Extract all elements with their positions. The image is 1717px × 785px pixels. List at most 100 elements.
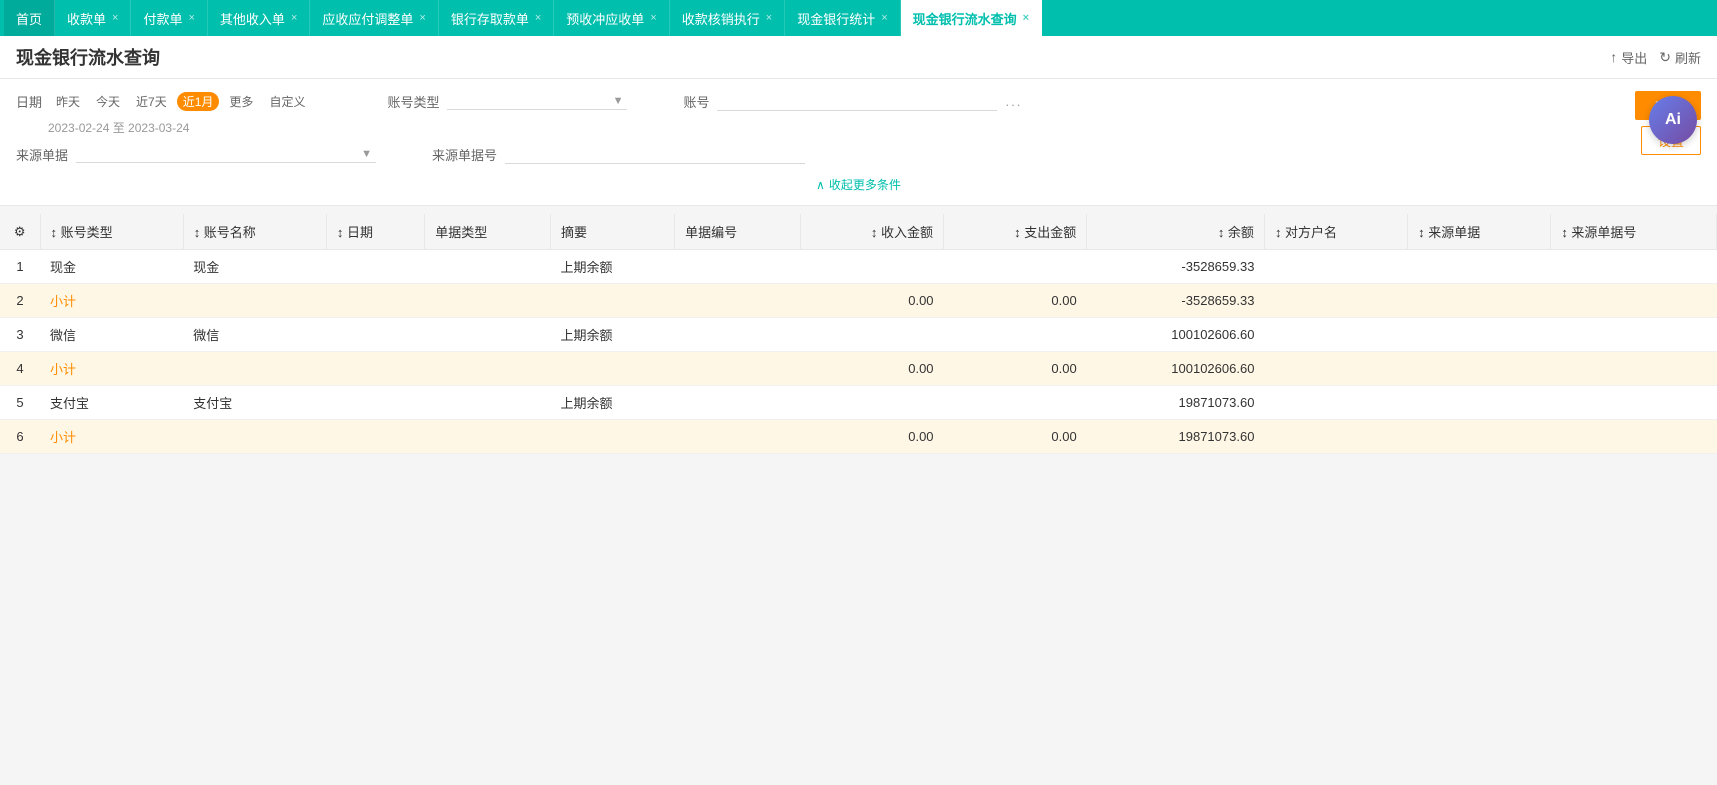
- account-type-select[interactable]: ▼: [447, 93, 627, 110]
- col-header-acct-name[interactable]: ↕ 账号名称: [183, 214, 326, 250]
- source-doc-arrow-icon: ▼: [361, 148, 372, 160]
- col-label-counterparty: ↕ 对方户名: [1275, 225, 1337, 240]
- nav-tab-prepay[interactable]: 预收冲应收单 ×: [554, 0, 669, 36]
- date-range-text: 2023-02-24 至 2023-03-24: [48, 121, 189, 135]
- cell-date: [326, 318, 424, 352]
- nav-tab-bank-deposit[interactable]: 银行存取款单 ×: [439, 0, 554, 36]
- nav-tab-collection-exec[interactable]: 收款核销执行 ×: [670, 0, 785, 36]
- col-settings-icon[interactable]: ⚙: [0, 214, 40, 250]
- cell-doc-type: [425, 352, 551, 386]
- col-label-income: ↕ 收入金额: [871, 225, 933, 240]
- col-header-balance[interactable]: ↕ 余额: [1087, 214, 1265, 250]
- col-header-date[interactable]: ↕ 日期: [326, 214, 424, 250]
- cell-expense: 0.00: [944, 284, 1087, 318]
- nav-tab-bank-flow[interactable]: 现金银行流水查询 ×: [901, 0, 1042, 36]
- cell-num: 1: [0, 250, 40, 284]
- close-payment-icon[interactable]: ×: [188, 12, 194, 24]
- close-prepay-icon[interactable]: ×: [650, 12, 656, 24]
- col-header-doc-no: 单据编号: [675, 214, 801, 250]
- page-title: 现金银行流水查询: [16, 44, 160, 70]
- date-btn-7days[interactable]: 近7天: [130, 92, 173, 111]
- table-row: 2小计0.000.00-3528659.33: [0, 284, 1717, 318]
- col-label-acct-type: ↕ 账号类型: [51, 225, 113, 240]
- cell-summary: 上期余额: [551, 250, 675, 284]
- cell-income: [800, 318, 943, 352]
- cell-balance: 19871073.60: [1087, 386, 1265, 420]
- nav-tab-receipt[interactable]: 收款单 ×: [55, 0, 131, 36]
- cell-counterparty: [1264, 284, 1407, 318]
- cell-acct-type: 小计: [40, 352, 183, 386]
- filter-account: 账号 ...: [683, 91, 1022, 111]
- header-actions: ↑ 导出 ↻ 刷新: [1610, 48, 1701, 67]
- export-button[interactable]: ↑ 导出: [1610, 48, 1647, 67]
- nav-tab-ar-ap[interactable]: 应收应付调整单 ×: [310, 0, 438, 36]
- close-bank-stats-icon[interactable]: ×: [881, 12, 887, 24]
- nav-ar-ap-label: 应收应付调整单: [322, 9, 413, 28]
- nav-receipt-label: 收款单: [67, 9, 106, 28]
- ai-badge[interactable]: Ai: [1649, 96, 1697, 144]
- nav-tab-other-income[interactable]: 其他收入单 ×: [208, 0, 310, 36]
- close-collection-exec-icon[interactable]: ×: [766, 12, 772, 24]
- filter-row-2: 来源单据 ▼ 来源单据号: [16, 144, 1619, 164]
- nav-tab-bank-stats[interactable]: 现金银行统计 ×: [785, 0, 900, 36]
- collapse-bar[interactable]: ∧ 收起更多条件: [16, 176, 1701, 193]
- nav-tab-payment[interactable]: 付款单 ×: [131, 0, 207, 36]
- source-doc-select[interactable]: ▼: [76, 146, 376, 163]
- col-header-acct-type[interactable]: ↕ 账号类型: [40, 214, 183, 250]
- cell-acct-name: 支付宝: [183, 386, 326, 420]
- source-doc-no-input[interactable]: [505, 144, 805, 164]
- col-header-expense[interactable]: ↕ 支出金额: [944, 214, 1087, 250]
- date-btn-more[interactable]: 更多: [223, 92, 259, 111]
- refresh-button[interactable]: ↻ 刷新: [1659, 48, 1701, 67]
- col-header-counterparty[interactable]: ↕ 对方户名: [1264, 214, 1407, 250]
- cell-summary: [551, 420, 675, 454]
- close-other-income-icon[interactable]: ×: [291, 12, 297, 24]
- close-ar-ap-icon[interactable]: ×: [419, 12, 425, 24]
- close-receipt-icon[interactable]: ×: [112, 12, 118, 24]
- nav-collection-exec-label: 收款核销执行: [682, 9, 760, 28]
- table-row: 1现金现金上期余额-3528659.33: [0, 250, 1717, 284]
- nav-home-label: 首页: [16, 9, 42, 28]
- data-table: ⚙ ↕ 账号类型 ↕ 账号名称 ↕ 日期 单据类型 摘要 单据编号: [0, 214, 1717, 454]
- cell-counterparty: [1264, 420, 1407, 454]
- date-btn-1month[interactable]: 近1月: [177, 92, 220, 111]
- cell-source-doc: [1408, 250, 1551, 284]
- cell-expense: [944, 386, 1087, 420]
- date-btn-custom[interactable]: 自定义: [263, 92, 311, 111]
- cell-balance: -3528659.33: [1087, 250, 1265, 284]
- account-more-button[interactable]: ...: [1005, 94, 1022, 109]
- cell-acct-type: 现金: [40, 250, 183, 284]
- date-btn-today[interactable]: 今天: [90, 92, 126, 111]
- col-header-source-no[interactable]: ↕ 来源单据号: [1551, 214, 1717, 250]
- col-header-source-doc[interactable]: ↕ 来源单据: [1408, 214, 1551, 250]
- col-header-income[interactable]: ↕ 收入金额: [800, 214, 943, 250]
- account-input[interactable]: [717, 91, 997, 111]
- cell-balance: -3528659.33: [1087, 284, 1265, 318]
- cell-doc-type: [425, 420, 551, 454]
- cell-date: [326, 250, 424, 284]
- cell-num: 5: [0, 386, 40, 420]
- nav-tab-home[interactable]: 首页: [4, 0, 55, 36]
- cell-num: 3: [0, 318, 40, 352]
- date-btn-yesterday[interactable]: 昨天: [50, 92, 86, 111]
- cell-acct-type: 小计: [40, 420, 183, 454]
- filter-account-type: 账号类型 ▼: [387, 92, 627, 111]
- close-bank-flow-icon[interactable]: ×: [1023, 12, 1029, 24]
- table-row: 6小计0.000.0019871073.60: [0, 420, 1717, 454]
- cell-acct-type: 支付宝: [40, 386, 183, 420]
- nav-bank-stats-label: 现金银行统计: [797, 9, 875, 28]
- cell-expense: 0.00: [944, 420, 1087, 454]
- filter-date: 日期 昨天 今天 近7天 近1月 更多 自定义: [16, 92, 311, 111]
- cell-num: 4: [0, 352, 40, 386]
- account-type-arrow-icon: ▼: [613, 95, 624, 107]
- cell-summary: [551, 352, 675, 386]
- date-label: 日期: [16, 92, 42, 111]
- cell-source-doc: [1408, 284, 1551, 318]
- cell-source-no: [1551, 284, 1717, 318]
- cell-counterparty: [1264, 250, 1407, 284]
- cell-source-no: [1551, 250, 1717, 284]
- cell-source-doc: [1408, 386, 1551, 420]
- close-bank-deposit-icon[interactable]: ×: [535, 12, 541, 24]
- col-label-doc-no: 单据编号: [685, 225, 737, 240]
- table-row: 3微信微信上期余额100102606.60: [0, 318, 1717, 352]
